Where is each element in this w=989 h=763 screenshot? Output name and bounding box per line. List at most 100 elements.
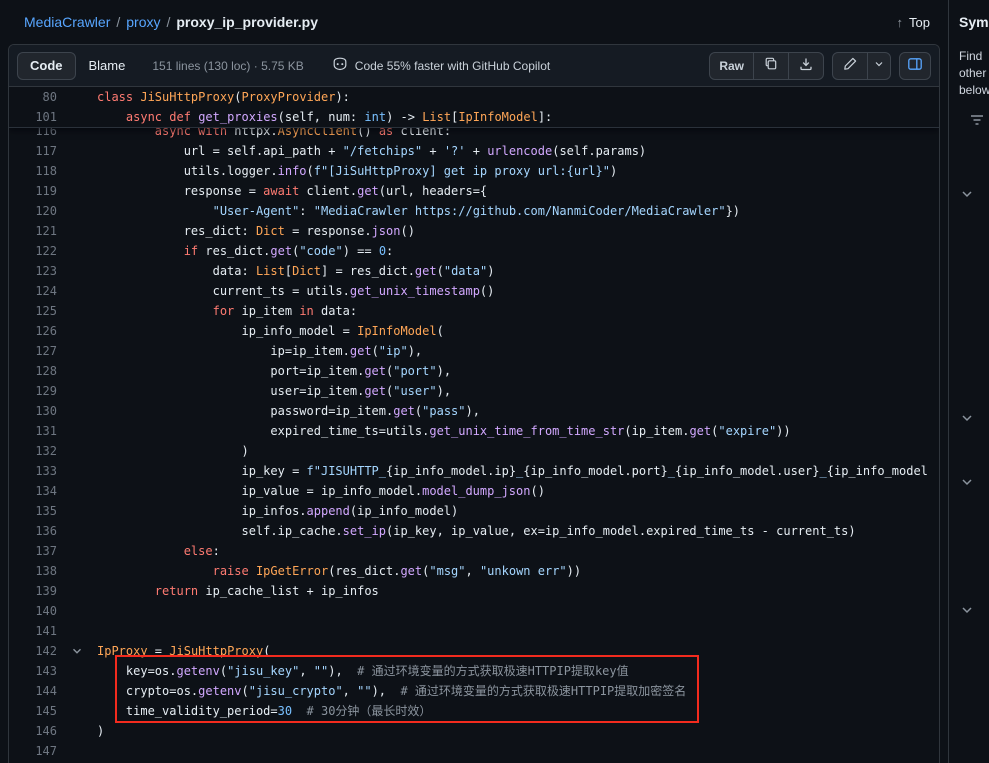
line-number[interactable]: 140: [9, 601, 57, 621]
partial-line-inner: 116 async with httpx.AsyncClient() as cl…: [9, 128, 939, 141]
line-number[interactable]: 134: [9, 481, 57, 501]
line-number[interactable]: 120: [9, 201, 57, 221]
line-number[interactable]: 118: [9, 161, 57, 181]
line-number[interactable]: 144: [9, 681, 57, 701]
file-container: Code Blame 151 lines (130 loc) · 5.75 KB…: [8, 44, 940, 763]
breadcrumb-repo-link[interactable]: MediaCrawler: [24, 14, 110, 30]
edit-dropdown-button[interactable]: [867, 53, 890, 79]
code-line: 125 for ip_item in data:: [9, 301, 939, 321]
line-number[interactable]: 116: [9, 128, 57, 141]
code-text: [97, 621, 939, 641]
code-text: async def get_proxies(self, num: int) ->…: [97, 107, 939, 127]
code-text: return ip_cache_list + ip_infos: [97, 581, 939, 601]
tab-code[interactable]: Code: [17, 52, 76, 80]
back-to-top-button[interactable]: ↑ Top: [897, 15, 930, 30]
raw-button[interactable]: Raw: [710, 53, 753, 79]
code-line: 144 crypto=os.getenv("jisu_crypto", ""),…: [9, 681, 939, 701]
code-line: 124 current_ts = utils.get_unix_timestam…: [9, 281, 939, 301]
line-number[interactable]: 129: [9, 381, 57, 401]
github-code-view: MediaCrawler / proxy / proxy_ip_provider…: [0, 0, 989, 763]
line-number[interactable]: 143: [9, 661, 57, 681]
symbols-panel-toggle-button[interactable]: [899, 52, 931, 80]
code-text: ip_infos.append(ip_info_model): [97, 501, 939, 521]
code-text: self.ip_cache.set_ip(ip_key, ip_value, e…: [97, 521, 939, 541]
breadcrumb-separator: /: [116, 14, 120, 30]
pencil-icon: [842, 56, 858, 75]
line-number[interactable]: 123: [9, 261, 57, 281]
line-number[interactable]: 135: [9, 501, 57, 521]
line-number[interactable]: 122: [9, 241, 57, 261]
code-line: 131 expired_time_ts=utils.get_unix_time_…: [9, 421, 939, 441]
download-button[interactable]: [788, 53, 823, 79]
line-number[interactable]: 132: [9, 441, 57, 461]
line-number[interactable]: 126: [9, 321, 57, 341]
code-line: 101 async def get_proxies(self, num: int…: [9, 107, 939, 127]
tab-blame[interactable]: Blame: [76, 52, 139, 80]
fold-gutter: [57, 381, 97, 401]
line-number[interactable]: 145: [9, 701, 57, 721]
copy-button[interactable]: [753, 53, 788, 79]
code-text: utils.logger.info(f"[JiSuHttpProxy] get …: [97, 161, 939, 181]
line-number[interactable]: 139: [9, 581, 57, 601]
fold-gutter: [57, 261, 97, 281]
symbol-collapse-chevron-icon[interactable]: [959, 410, 975, 426]
code-line: 139 return ip_cache_list + ip_infos: [9, 581, 939, 601]
code-text: IpProxy = JiSuHttpProxy(: [97, 641, 939, 661]
fold-gutter: [57, 521, 97, 541]
copy-icon: [763, 56, 779, 75]
line-number[interactable]: 119: [9, 181, 57, 201]
line-number[interactable]: 127: [9, 341, 57, 361]
line-number[interactable]: 121: [9, 221, 57, 241]
line-number[interactable]: 117: [9, 141, 57, 161]
code-text: ip_key = f"JISUHTTP_{ip_info_model.ip}_{…: [97, 461, 939, 481]
line-number[interactable]: 101: [9, 107, 57, 127]
symbols-panel-title: Sym: [959, 14, 989, 30]
symbol-collapse-chevron-icon[interactable]: [959, 186, 975, 202]
top-label: Top: [909, 15, 930, 30]
code-text: key=os.getenv("jisu_key", ""), # 通过环境变量的…: [97, 661, 939, 681]
copilot-label: Code 55% faster with GitHub Copilot: [355, 59, 550, 73]
line-number[interactable]: 128: [9, 361, 57, 381]
copilot-badge[interactable]: Code 55% faster with GitHub Copilot: [332, 56, 550, 75]
symbol-collapse-chevron-icon[interactable]: [959, 474, 975, 490]
fold-gutter: [57, 221, 97, 241]
code-line: 146): [9, 721, 939, 741]
line-number[interactable]: 80: [9, 87, 57, 107]
code-line: 137 else:: [9, 541, 939, 561]
edit-button[interactable]: [833, 53, 867, 79]
sidebar-icon: [907, 56, 923, 75]
line-number[interactable]: 125: [9, 301, 57, 321]
line-number[interactable]: 124: [9, 281, 57, 301]
code-line: 142 IpProxy = JiSuHttpProxy(: [9, 641, 939, 661]
line-number[interactable]: 133: [9, 461, 57, 481]
filter-button[interactable]: [969, 112, 985, 131]
code-lines: 117 url = self.api_path + "/fetchips" + …: [9, 141, 939, 761]
line-number[interactable]: 138: [9, 561, 57, 581]
symbol-collapse-chevron-icon[interactable]: [959, 602, 975, 618]
code-text: crypto=os.getenv("jisu_crypto", ""), # 通…: [97, 681, 939, 701]
line-number[interactable]: 141: [9, 621, 57, 641]
code-text: ip_info_model = IpInfoModel(: [97, 321, 939, 341]
line-number[interactable]: 131: [9, 421, 57, 441]
fold-gutter: [57, 441, 97, 461]
fold-gutter: [57, 461, 97, 481]
fold-gutter: [57, 481, 97, 501]
code-line: 122 if res_dict.get("code") == 0:: [9, 241, 939, 261]
line-number[interactable]: 136: [9, 521, 57, 541]
line-number[interactable]: 146: [9, 721, 57, 741]
fold-gutter: [57, 501, 97, 521]
code-text: current_ts = utils.get_unix_timestamp(): [97, 281, 939, 301]
fold-gutter: [57, 321, 97, 341]
code-text: time_validity_period=30 # 30分钟（最长时效）: [97, 701, 939, 721]
code-line: 135 ip_infos.append(ip_info_model): [9, 501, 939, 521]
line-number[interactable]: 130: [9, 401, 57, 421]
code-text: raise IpGetError(res_dict.get("msg", "un…: [97, 561, 939, 581]
code-text: [97, 741, 939, 761]
line-number[interactable]: 142: [9, 641, 57, 661]
breadcrumb-folder-link[interactable]: proxy: [126, 14, 160, 30]
line-number[interactable]: 137: [9, 541, 57, 561]
fold-chevron-icon[interactable]: [57, 641, 97, 661]
code-line: 133 ip_key = f"JISUHTTP_{ip_info_model.i…: [9, 461, 939, 481]
breadcrumb-bar: MediaCrawler / proxy / proxy_ip_provider…: [0, 0, 948, 44]
line-number[interactable]: 147: [9, 741, 57, 761]
